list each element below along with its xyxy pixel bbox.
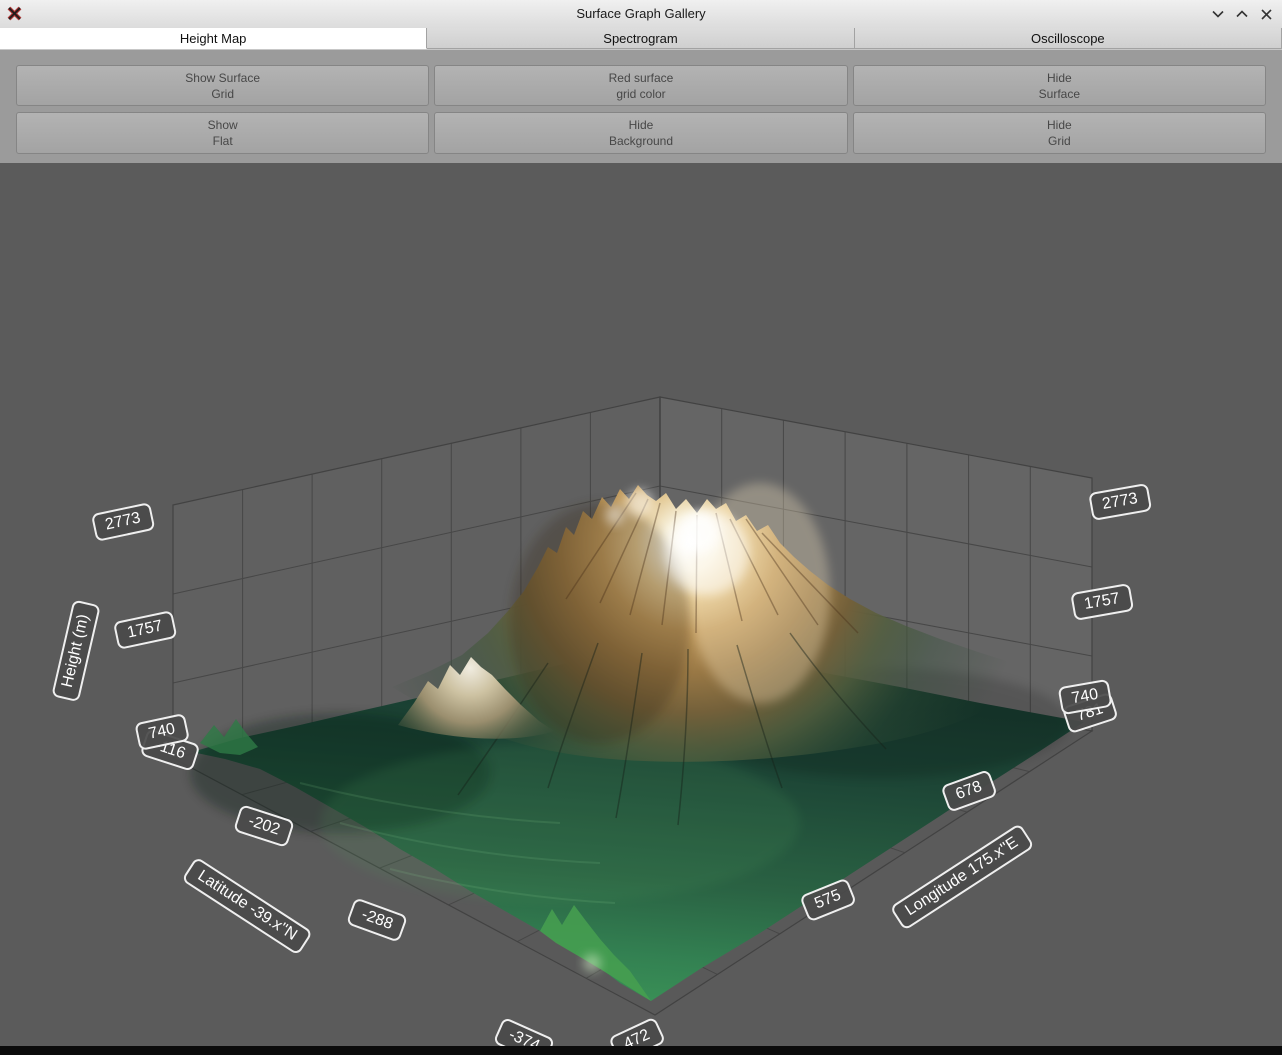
tab-oscilloscope[interactable]: Oscilloscope xyxy=(855,28,1282,49)
minimize-button[interactable] xyxy=(1206,2,1230,26)
window-controls xyxy=(1206,0,1278,28)
tab-height-map[interactable]: Height Map xyxy=(0,28,427,49)
surface-plot[interactable]: 2773 1757 740 Height (m) -116 -202 -288 … xyxy=(0,163,1282,1046)
control-pane: Show Surface Grid Red surface grid color… xyxy=(0,50,1282,163)
chevron-down-icon xyxy=(1212,10,1224,18)
toggle-background-button[interactable]: Hide Background xyxy=(434,112,847,154)
toggle-flat-shading-button[interactable]: Show Flat xyxy=(16,112,429,154)
toggle-surface-button[interactable]: Hide Surface xyxy=(853,65,1266,106)
maximize-button[interactable] xyxy=(1230,2,1254,26)
application-window: Surface Graph Gallery Height Map xyxy=(0,0,1282,1055)
tab-bar: Height Map Spectrogram Oscilloscope xyxy=(0,28,1282,50)
window-title: Surface Graph Gallery xyxy=(0,0,1282,28)
toolbar: Show Surface Grid Red surface grid color… xyxy=(16,65,1266,154)
close-icon xyxy=(1261,9,1272,20)
close-button[interactable] xyxy=(1254,2,1278,26)
tab-spectrogram[interactable]: Spectrogram xyxy=(427,28,854,49)
bottom-edge-bar xyxy=(0,1046,1282,1055)
toggle-grid-button[interactable]: Hide Grid xyxy=(853,112,1266,154)
toggle-surface-grid-button[interactable]: Show Surface Grid xyxy=(16,65,429,106)
titlebar[interactable]: Surface Graph Gallery xyxy=(0,0,1282,29)
surface-grid-color-button[interactable]: Red surface grid color xyxy=(434,65,847,106)
chevron-up-icon xyxy=(1236,10,1248,18)
